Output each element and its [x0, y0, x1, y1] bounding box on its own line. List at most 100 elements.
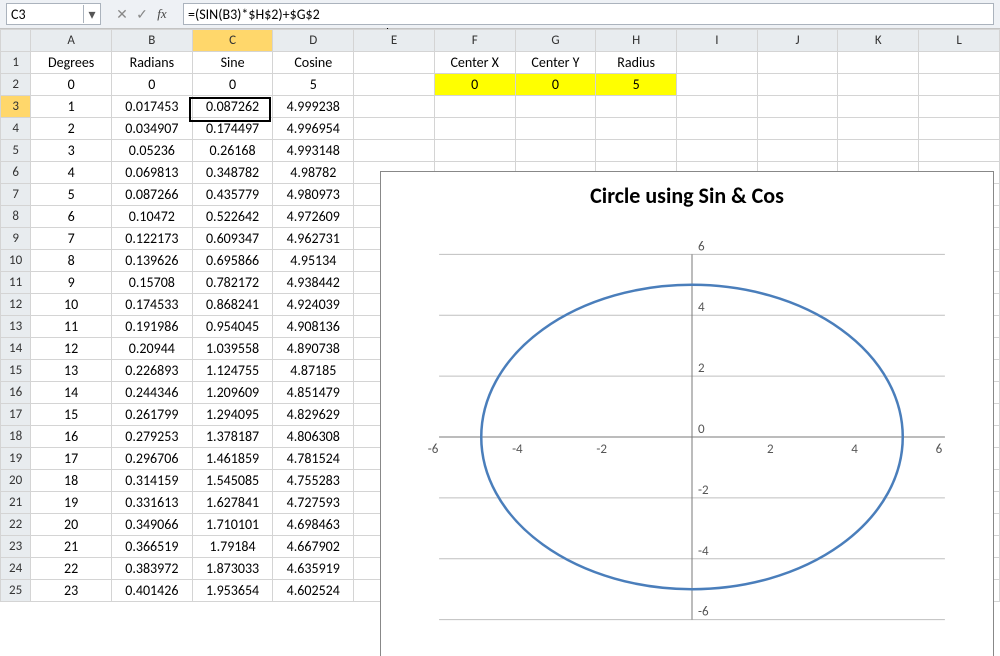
cell-A22[interactable]: 20 — [31, 514, 112, 536]
row-header-23[interactable]: 23 — [1, 536, 31, 558]
row-header-9[interactable]: 9 — [1, 228, 31, 250]
cell-B25[interactable]: 0.401426 — [111, 580, 192, 602]
chart[interactable]: Circle using Sin & Cos -6-4-2246 -6-4-20… — [380, 171, 994, 656]
enter-icon[interactable]: ✓ — [135, 6, 149, 23]
name-box-dropdown-icon[interactable]: ▾ — [83, 5, 100, 23]
cell-I5[interactable] — [677, 140, 758, 162]
row-header-3[interactable]: 3 — [1, 96, 31, 118]
cell-G3[interactable] — [515, 96, 596, 118]
cell-L4[interactable] — [919, 118, 1000, 140]
cell-K2[interactable] — [838, 74, 919, 96]
cell-D2[interactable]: 5 — [273, 74, 354, 96]
cell-D7[interactable]: 4.980973 — [273, 184, 354, 206]
cell-B22[interactable]: 0.349066 — [111, 514, 192, 536]
row-header-1[interactable]: 1 — [1, 52, 31, 74]
cell-H5[interactable] — [596, 140, 677, 162]
col-header-G[interactable]: G — [515, 30, 596, 52]
row-header-5[interactable]: 5 — [1, 140, 31, 162]
chart-plot-area[interactable]: -6-4-2246 -6-4-20246 — [411, 222, 973, 652]
fx-icon[interactable]: fx — [155, 6, 169, 23]
cell-L5[interactable] — [919, 140, 1000, 162]
row-header-6[interactable]: 6 — [1, 162, 31, 184]
row-header-2[interactable]: 2 — [1, 74, 31, 96]
cell-K3[interactable] — [838, 96, 919, 118]
row-header-11[interactable]: 11 — [1, 272, 31, 294]
cell-E4[interactable] — [354, 118, 435, 140]
col-header-L[interactable]: L — [919, 30, 1000, 52]
cell-F4[interactable] — [434, 118, 515, 140]
cell-G1[interactable]: Center Y — [515, 52, 596, 74]
col-header-H[interactable]: H — [596, 30, 677, 52]
cell-C21[interactable]: 1.627841 — [192, 492, 273, 514]
row-header-20[interactable]: 20 — [1, 470, 31, 492]
cell-J4[interactable] — [757, 118, 838, 140]
cell-B17[interactable]: 0.261799 — [111, 404, 192, 426]
cell-F5[interactable] — [434, 140, 515, 162]
cell-D20[interactable]: 4.755283 — [273, 470, 354, 492]
cell-B5[interactable]: 0.05236 — [111, 140, 192, 162]
cell-A19[interactable]: 17 — [31, 448, 112, 470]
col-header-A[interactable]: A — [31, 30, 112, 52]
cell-J2[interactable] — [757, 74, 838, 96]
cell-F3[interactable] — [434, 96, 515, 118]
cell-B20[interactable]: 0.314159 — [111, 470, 192, 492]
cell-A6[interactable]: 4 — [31, 162, 112, 184]
cell-B10[interactable]: 0.139626 — [111, 250, 192, 272]
cell-B16[interactable]: 0.244346 — [111, 382, 192, 404]
cell-G4[interactable] — [515, 118, 596, 140]
formula-input-wrap[interactable] — [183, 3, 994, 25]
cell-C7[interactable]: 0.435779 — [192, 184, 273, 206]
cell-K1[interactable] — [838, 52, 919, 74]
row-header-21[interactable]: 21 — [1, 492, 31, 514]
cell-B1[interactable]: Radians — [111, 52, 192, 74]
row-header-12[interactable]: 12 — [1, 294, 31, 316]
cell-D17[interactable]: 4.829629 — [273, 404, 354, 426]
cell-B23[interactable]: 0.366519 — [111, 536, 192, 558]
cell-I1[interactable] — [677, 52, 758, 74]
cell-C14[interactable]: 1.039558 — [192, 338, 273, 360]
col-header-F[interactable]: F — [434, 30, 515, 52]
row-header-15[interactable]: 15 — [1, 360, 31, 382]
cell-B13[interactable]: 0.191986 — [111, 316, 192, 338]
row-header-13[interactable]: 13 — [1, 316, 31, 338]
cell-J3[interactable] — [757, 96, 838, 118]
cell-L1[interactable] — [919, 52, 1000, 74]
cell-I4[interactable] — [677, 118, 758, 140]
cell-C23[interactable]: 1.79184 — [192, 536, 273, 558]
cell-C1[interactable]: Sine — [192, 52, 273, 74]
cell-A17[interactable]: 15 — [31, 404, 112, 426]
cell-C2[interactable]: 0 — [192, 74, 273, 96]
cell-K4[interactable] — [838, 118, 919, 140]
cell-A1[interactable]: Degrees — [31, 52, 112, 74]
cell-J1[interactable] — [757, 52, 838, 74]
cell-A25[interactable]: 23 — [31, 580, 112, 602]
cell-C6[interactable]: 0.348782 — [192, 162, 273, 184]
cell-D21[interactable]: 4.727593 — [273, 492, 354, 514]
cell-B12[interactable]: 0.174533 — [111, 294, 192, 316]
cell-B6[interactable]: 0.069813 — [111, 162, 192, 184]
cell-A5[interactable]: 3 — [31, 140, 112, 162]
cell-C20[interactable]: 1.545085 — [192, 470, 273, 492]
row-header-18[interactable]: 18 — [1, 426, 31, 448]
cell-A3[interactable]: 1 — [31, 96, 112, 118]
cell-A4[interactable]: 2 — [31, 118, 112, 140]
cell-C24[interactable]: 1.873033 — [192, 558, 273, 580]
cell-H3[interactable] — [596, 96, 677, 118]
cell-B7[interactable]: 0.087266 — [111, 184, 192, 206]
cell-A10[interactable]: 8 — [31, 250, 112, 272]
cell-B24[interactable]: 0.383972 — [111, 558, 192, 580]
cell-C22[interactable]: 1.710101 — [192, 514, 273, 536]
cell-B3[interactable]: 0.017453 — [111, 96, 192, 118]
cell-E1[interactable] — [354, 52, 435, 74]
cell-D19[interactable]: 4.781524 — [273, 448, 354, 470]
cell-C10[interactable]: 0.695866 — [192, 250, 273, 272]
cell-C18[interactable]: 1.378187 — [192, 426, 273, 448]
col-header-I[interactable]: I — [677, 30, 758, 52]
cell-C19[interactable]: 1.461859 — [192, 448, 273, 470]
cell-D23[interactable]: 4.667902 — [273, 536, 354, 558]
cell-B9[interactable]: 0.122173 — [111, 228, 192, 250]
cell-C8[interactable]: 0.522642 — [192, 206, 273, 228]
cell-G2[interactable]: 0 — [515, 74, 596, 96]
cell-D22[interactable]: 4.698463 — [273, 514, 354, 536]
cell-D4[interactable]: 4.996954 — [273, 118, 354, 140]
